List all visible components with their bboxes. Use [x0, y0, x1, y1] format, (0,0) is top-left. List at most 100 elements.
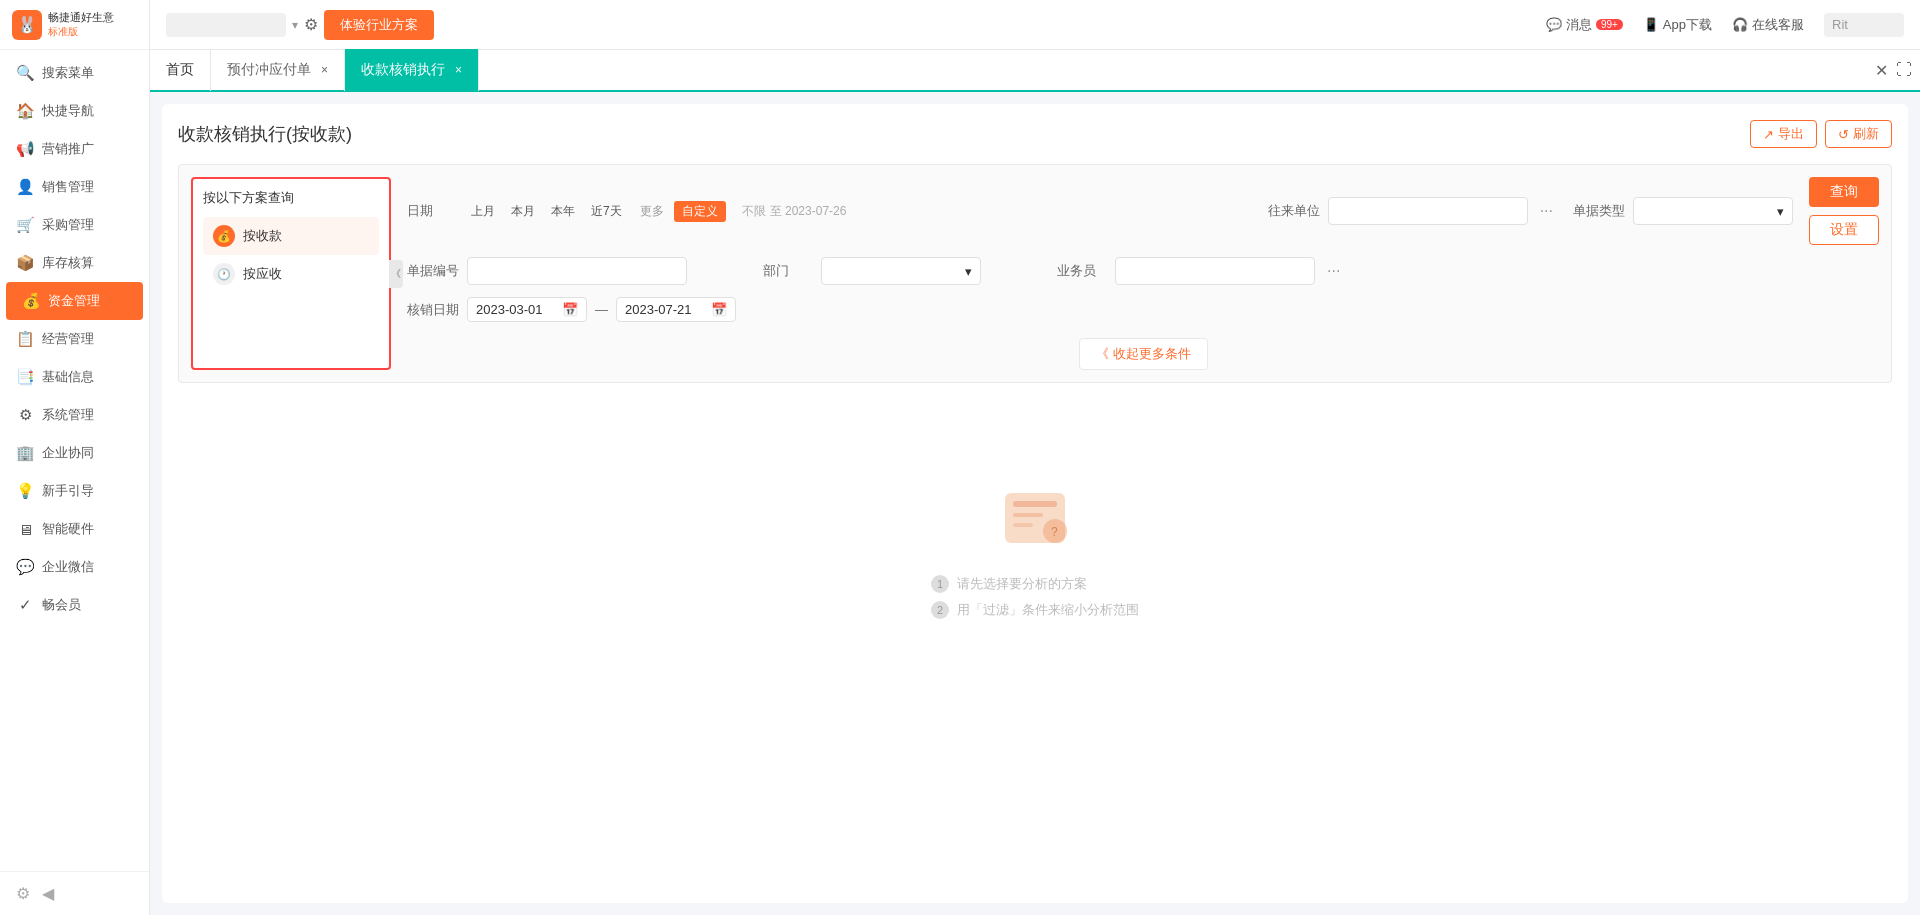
filter-panel-title: 按以下方案查询 — [203, 189, 379, 207]
sidebar-item-basic[interactable]: 📑 基础信息 — [0, 358, 149, 396]
sidebar-item-basic-label: 基础信息 — [42, 368, 94, 386]
sidebar-item-finance-label: 资金管理 — [48, 292, 100, 310]
sidebar-item-marketing-label: 营销推广 — [42, 140, 94, 158]
counterparty-input[interactable] — [1328, 197, 1528, 225]
counterparty-field: 往来单位 ··· — [1268, 197, 1557, 225]
sidebar-item-hardware[interactable]: 🖥 智能硬件 — [0, 510, 149, 548]
sidebar-item-enterprise[interactable]: 🏢 企业协同 — [0, 434, 149, 472]
sidebar-item-member[interactable]: ✓ 畅会员 — [0, 586, 149, 624]
header-right: 💬 消息 99+ 📱 App下载 🎧 在线客服 Rit — [1546, 13, 1904, 37]
industry-btn[interactable]: 体验行业方案 — [324, 10, 434, 40]
filter-row-2: 单据编号 部门 ▾ 业务员 — [407, 257, 1879, 285]
purchase-icon: 🛒 — [16, 216, 34, 234]
export-button[interactable]: ↗ 导出 — [1750, 120, 1817, 148]
collapse-icon: 《 — [1096, 345, 1109, 363]
sidebar: 🐰 畅捷通好生意 标准版 🔍 搜索菜单 🏠 快捷导航 📢 营销推广 👤 销售管理… — [0, 0, 150, 915]
guide-icon: 💡 — [16, 482, 34, 500]
sidebar-item-inventory-label: 库存核算 — [42, 254, 94, 272]
header-user-area: ▾ ⚙ 体验行业方案 — [166, 10, 1534, 40]
calendar-icon-start: 📅 — [562, 302, 578, 317]
doc-number-input[interactable] — [467, 257, 687, 285]
verif-date-end-input[interactable]: 2023-07-21 📅 — [616, 297, 736, 322]
collapse-sidebar-icon[interactable]: ◀ — [42, 884, 54, 903]
date-shortcut-more[interactable]: 更多 — [634, 201, 670, 222]
tab-close-all-icon[interactable]: ✕ — [1875, 61, 1888, 80]
app-download-label: App下载 — [1663, 16, 1712, 34]
sidebar-item-system-label: 系统管理 — [42, 406, 94, 424]
filter-row-1: 日期 上月 本月 本年 近7天 更多 自定义 不限 — [407, 177, 1879, 245]
sidebar-item-member-label: 畅会员 — [42, 596, 81, 614]
date-shortcut-this-month[interactable]: 本月 — [505, 201, 541, 222]
filter-date-field: 日期 上月 本月 本年 近7天 更多 自定义 — [407, 201, 726, 222]
collapse-label: 收起更多条件 — [1113, 345, 1191, 363]
logo-sub: 标准版 — [48, 25, 114, 39]
tab-receipts-close[interactable]: × — [455, 63, 462, 77]
mgmt-icon: 📋 — [16, 330, 34, 348]
date-nolimit: 不限 — [742, 203, 766, 220]
header-dropdown-icon[interactable]: ▾ — [292, 18, 298, 32]
sidebar-item-quicknav-label: 快捷导航 — [42, 102, 94, 120]
online-service-item[interactable]: 🎧 在线客服 — [1732, 16, 1804, 34]
filter-collapse-btn[interactable]: 《 — [389, 260, 403, 288]
messages-item[interactable]: 💬 消息 99+ — [1546, 16, 1623, 34]
tab-prepay-close[interactable]: × — [321, 63, 328, 77]
sales-icon: 👤 — [16, 178, 34, 196]
dept-field: 部门 ▾ — [763, 257, 981, 285]
system-icon: ⚙ — [16, 406, 34, 424]
doc-number-field: 单据编号 — [407, 257, 687, 285]
staff-input[interactable] — [1115, 257, 1315, 285]
filter-option-receivable[interactable]: 🕐 按应收 — [203, 255, 379, 293]
dept-select[interactable]: ▾ — [821, 257, 981, 285]
query-button[interactable]: 查询 — [1809, 177, 1879, 207]
staff-ellipsis[interactable]: ··· — [1323, 262, 1344, 280]
sidebar-item-finance[interactable]: 💰 资金管理 — [6, 282, 143, 320]
tab-bar-actions: ✕ ⛶ — [1875, 61, 1920, 80]
doc-type-dropdown-icon: ▾ — [1777, 204, 1784, 219]
sidebar-item-sales[interactable]: 👤 销售管理 — [0, 168, 149, 206]
online-service-label: 在线客服 — [1752, 16, 1804, 34]
settings-footer-icon[interactable]: ⚙ — [16, 884, 30, 903]
counterparty-ellipsis[interactable]: ··· — [1536, 202, 1557, 220]
tab-prepay[interactable]: 预付冲应付单 × — [211, 49, 345, 91]
page-title: 收款核销执行(按收款) — [178, 122, 352, 146]
sidebar-item-purchase-label: 采购管理 — [42, 216, 94, 234]
sidebar-item-guide[interactable]: 💡 新手引导 — [0, 472, 149, 510]
sidebar-item-mgmt[interactable]: 📋 经营管理 — [0, 320, 149, 358]
tab-receipts[interactable]: 收款核销执行 × — [345, 49, 479, 91]
empty-step-1: 1 请先选择要分析的方案 — [931, 575, 1087, 593]
verif-date-start-input[interactable]: 2023-03-01 📅 — [467, 297, 587, 322]
tab-expand-icon[interactable]: ⛶ — [1896, 61, 1912, 79]
tab-home[interactable]: 首页 — [150, 49, 211, 91]
sidebar-item-system[interactable]: ⚙ 系统管理 — [0, 396, 149, 434]
service-icon: 🎧 — [1732, 17, 1748, 32]
date-shortcut-last-month[interactable]: 上月 — [465, 201, 501, 222]
collapse-btn[interactable]: 《 收起更多条件 — [1079, 338, 1208, 370]
svg-rect-1 — [1013, 501, 1057, 507]
svg-text:?: ? — [1051, 525, 1058, 539]
sidebar-item-search[interactable]: 🔍 搜索菜单 — [0, 54, 149, 92]
sidebar-footer: ⚙ ◀ — [0, 871, 149, 915]
settings-button[interactable]: 设置 — [1809, 215, 1879, 245]
doc-type-select[interactable]: ▾ — [1633, 197, 1793, 225]
sidebar-item-quicknav[interactable]: 🏠 快捷导航 — [0, 92, 149, 130]
sidebar-item-purchase[interactable]: 🛒 采购管理 — [0, 206, 149, 244]
home-icon: 🏠 — [16, 102, 34, 120]
filter-option-receipt[interactable]: 💰 按收款 — [203, 217, 379, 255]
date-shortcut-7days[interactable]: 近7天 — [585, 201, 628, 222]
counterparty-label: 往来单位 — [1268, 202, 1320, 220]
filter-option-receipt-label: 按收款 — [243, 227, 282, 245]
dept-label: 部门 — [763, 262, 813, 280]
date-shortcut-custom[interactable]: 自定义 — [674, 201, 726, 222]
refresh-button[interactable]: ↺ 刷新 — [1825, 120, 1892, 148]
empty-state: ? 1 请先选择要分析的方案 2 用「过滤」条件来缩小分析范围 — [178, 383, 1892, 699]
date-shortcut-this-year[interactable]: 本年 — [545, 201, 581, 222]
marketing-icon: 📢 — [16, 140, 34, 158]
app-download-item[interactable]: 📱 App下载 — [1643, 16, 1712, 34]
tab-receipts-label: 收款核销执行 — [361, 61, 445, 79]
sidebar-item-inventory[interactable]: 📦 库存核算 — [0, 244, 149, 282]
sidebar-item-wechat[interactable]: 💬 企业微信 — [0, 548, 149, 586]
sidebar-item-guide-label: 新手引导 — [42, 482, 94, 500]
header-username — [166, 13, 286, 37]
header-gear-icon[interactable]: ⚙ — [304, 15, 318, 34]
sidebar-item-marketing[interactable]: 📢 营销推广 — [0, 130, 149, 168]
